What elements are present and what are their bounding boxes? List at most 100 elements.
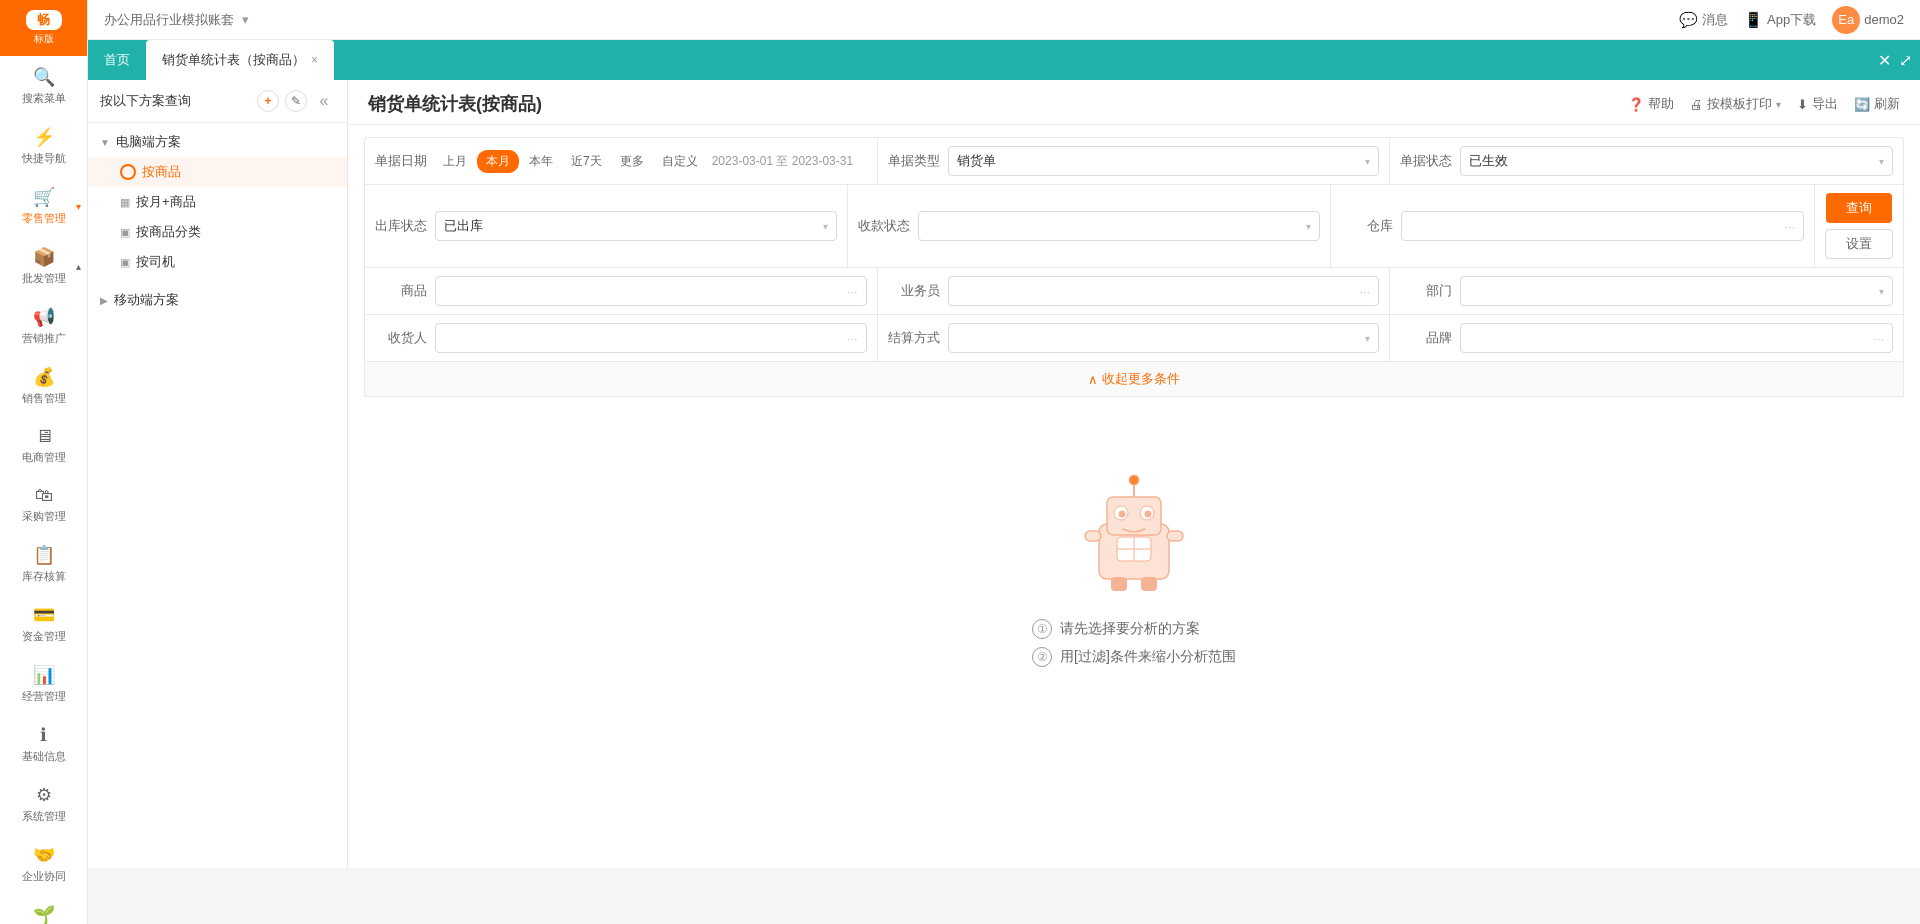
empty-tips: ① 请先选择要分析的方案 ② 用[过滤]条件来缩小分析范围 bbox=[1032, 619, 1236, 667]
full-layout: 按以下方案查询 + ✎ « ▼ 电脑端方案 bbox=[88, 80, 1920, 868]
svg-point-5 bbox=[1145, 511, 1152, 518]
receiptstatus-label: 收款状态 bbox=[858, 217, 910, 235]
sidebar-item-inventory[interactable]: 📋 库存核算 bbox=[0, 534, 87, 594]
brand-dots: ··· bbox=[1873, 331, 1884, 346]
tip2-text: 用[过滤]条件来缩小分析范围 bbox=[1060, 648, 1236, 666]
sidebar-item-quicknav[interactable]: ⚡ 快捷导航 bbox=[0, 116, 87, 176]
print-btn[interactable]: 🖨 按模板打印 ▾ bbox=[1690, 95, 1781, 113]
desktop-group-arrow: ▼ bbox=[100, 137, 110, 148]
empty-tip-2: ② 用[过滤]条件来缩小分析范围 bbox=[1032, 647, 1236, 667]
close-window-btn[interactable]: ✕ bbox=[1878, 51, 1891, 70]
expand-btn[interactable]: ⤢ bbox=[1899, 51, 1912, 70]
doctype-select[interactable]: 销货单 ▾ bbox=[948, 146, 1380, 176]
receiver-input[interactable]: ··· bbox=[435, 323, 867, 353]
sidebar-item-ecommerce[interactable]: 🖥 电商管理 bbox=[0, 416, 87, 475]
receiver-dots: ··· bbox=[847, 331, 858, 346]
scheme-item-by-goods[interactable]: 按商品 bbox=[88, 157, 347, 187]
sidebar-item-sales[interactable]: 💰 销售管理 bbox=[0, 356, 87, 416]
refresh-btn[interactable]: 🔄 刷新 bbox=[1854, 95, 1900, 113]
warehouse-select[interactable]: ··· bbox=[1401, 211, 1804, 241]
sidebar-item-enterprise[interactable]: 🤝 企业协同 bbox=[0, 834, 87, 894]
query-btn[interactable]: 查询 bbox=[1826, 193, 1892, 223]
scheme-item-month-goods[interactable]: ▦ 按月+商品 bbox=[88, 187, 347, 217]
department-select[interactable]: ▾ bbox=[1460, 276, 1893, 306]
print-chevron: ▾ bbox=[1776, 99, 1781, 110]
sales-icon: 💰 bbox=[33, 366, 55, 388]
breadcrumb-dropdown-icon[interactable]: ▾ bbox=[242, 12, 249, 27]
sidebar: 畅 标版 🔍 搜索菜单 ⚡ 快捷导航 🛒 零售管理 ▾ 📦 批发管理 ▴ 📢 营… bbox=[0, 0, 88, 924]
main-content: 销货单统计表(按商品) ❓ 帮助 🖨 按模板打印 ▾ ⬇ 导出 bbox=[348, 80, 1920, 868]
tab-home[interactable]: 首页 bbox=[88, 40, 146, 80]
date-btn-last-month[interactable]: 上月 bbox=[435, 150, 475, 173]
page-title-actions: ❓ 帮助 🖨 按模板打印 ▾ ⬇ 导出 🔄 刷新 bbox=[1628, 95, 1900, 113]
settlement-label: 结算方式 bbox=[888, 329, 940, 347]
sidebar-item-retail[interactable]: 🛒 零售管理 ▾ bbox=[0, 176, 87, 236]
date-btn-this-month[interactable]: 本月 bbox=[477, 150, 519, 173]
scheme-panel: 按以下方案查询 + ✎ « ▼ 电脑端方案 bbox=[88, 80, 348, 868]
sidebar-item-operations[interactable]: 📊 经营管理 bbox=[0, 654, 87, 714]
salesman-input[interactable]: ··· bbox=[948, 276, 1380, 306]
doctype-label: 单据类型 bbox=[888, 152, 940, 170]
outstatus-select[interactable]: 已出库 ▾ bbox=[435, 211, 837, 241]
user-avatar-area[interactable]: Ea demo2 bbox=[1832, 6, 1904, 34]
scheme-group-mobile-title[interactable]: ▶ 移动端方案 bbox=[88, 285, 347, 315]
scheme-add-btn[interactable]: + bbox=[257, 90, 279, 112]
scheme-edit-btn[interactable]: ✎ bbox=[285, 90, 307, 112]
radio-active-icon bbox=[120, 164, 136, 180]
export-btn[interactable]: ⬇ 导出 bbox=[1797, 95, 1838, 113]
scheme-group-mobile: ▶ 移动端方案 bbox=[88, 281, 347, 319]
tab-active[interactable]: 销货单统计表（按商品） × bbox=[146, 40, 334, 80]
sidebar-item-search[interactable]: 🔍 搜索菜单 bbox=[0, 56, 87, 116]
svg-rect-9 bbox=[1141, 577, 1157, 591]
mobile-group-arrow: ▶ bbox=[100, 295, 108, 306]
retail-arrow: ▾ bbox=[76, 201, 81, 212]
date-btn-7days[interactable]: 近7天 bbox=[563, 150, 610, 173]
goods-category-icon: ▣ bbox=[120, 226, 130, 239]
settlement-select[interactable]: ▾ bbox=[948, 323, 1380, 353]
tab-close-btn[interactable]: × bbox=[311, 53, 318, 67]
scheme-item-goods-category[interactable]: ▣ 按商品分类 bbox=[88, 217, 347, 247]
doctype-chevron: ▾ bbox=[1365, 156, 1370, 167]
sidebar-item-purchase[interactable]: 🛍 采购管理 bbox=[0, 475, 87, 534]
filter-row-3: 商品 ··· 业务员 ··· 部门 bbox=[364, 267, 1904, 314]
date-label: 单据日期 bbox=[375, 152, 427, 170]
app-download-btn[interactable]: 📱 App下载 bbox=[1744, 11, 1816, 29]
empty-illustration bbox=[1069, 469, 1199, 599]
edit-icon: ✎ bbox=[291, 94, 301, 108]
scheme-group-desktop-title[interactable]: ▼ 电脑端方案 bbox=[88, 127, 347, 157]
filter-docstatus-cell: 单据状态 已生效 ▾ bbox=[1390, 138, 1903, 184]
sidebar-item-system[interactable]: ⚙ 系统管理 bbox=[0, 774, 87, 834]
print-icon: 🖨 bbox=[1690, 97, 1703, 112]
empty-tip-1: ① 请先选择要分析的方案 bbox=[1032, 619, 1236, 639]
active-tab-label: 销货单统计表（按商品） bbox=[162, 51, 305, 69]
finance-icon: 💳 bbox=[33, 604, 55, 626]
scheme-collapse-btn[interactable]: « bbox=[313, 90, 335, 112]
message-btn[interactable]: 💬 消息 bbox=[1679, 11, 1728, 29]
filter-receiver-cell: 收货人 ··· bbox=[365, 315, 878, 361]
sidebar-item-marketing[interactable]: 📢 营销推广 bbox=[0, 296, 87, 356]
scheme-item-driver[interactable]: ▣ 按司机 bbox=[88, 247, 347, 277]
receiver-label: 收货人 bbox=[375, 329, 427, 347]
sidebar-item-newbie[interactable]: 🌱 新手引导 bbox=[0, 894, 87, 924]
docstatus-select[interactable]: 已生效 ▾ bbox=[1460, 146, 1893, 176]
basic-icon: ℹ bbox=[40, 724, 47, 746]
brand-label: 品牌 bbox=[1400, 329, 1452, 347]
date-btn-more[interactable]: 更多 bbox=[612, 150, 652, 173]
date-btn-custom[interactable]: 自定义 bbox=[654, 150, 706, 173]
search-icon: 🔍 bbox=[33, 66, 55, 88]
home-tab-label: 首页 bbox=[104, 51, 130, 69]
purchase-icon: 🛍 bbox=[35, 485, 53, 506]
receiptstatus-select[interactable]: ▾ bbox=[918, 211, 1320, 241]
date-btn-this-year[interactable]: 本年 bbox=[521, 150, 561, 173]
settings-btn[interactable]: 设置 bbox=[1825, 229, 1893, 259]
collapse-bar[interactable]: ∧ 收起更多条件 bbox=[364, 362, 1904, 397]
sidebar-item-finance[interactable]: 💳 资金管理 bbox=[0, 594, 87, 654]
wholesale-arrow: ▴ bbox=[76, 261, 81, 272]
logo-icon: 畅 bbox=[26, 10, 62, 30]
help-btn[interactable]: ❓ 帮助 bbox=[1628, 95, 1674, 113]
brand-input[interactable]: ··· bbox=[1460, 323, 1893, 353]
filter-row-4: 收货人 ··· 结算方式 ▾ 品牌 bbox=[364, 314, 1904, 362]
sidebar-item-basic[interactable]: ℹ 基础信息 bbox=[0, 714, 87, 774]
sidebar-item-wholesale[interactable]: 📦 批发管理 ▴ bbox=[0, 236, 87, 296]
goods-input[interactable]: ··· bbox=[435, 276, 867, 306]
